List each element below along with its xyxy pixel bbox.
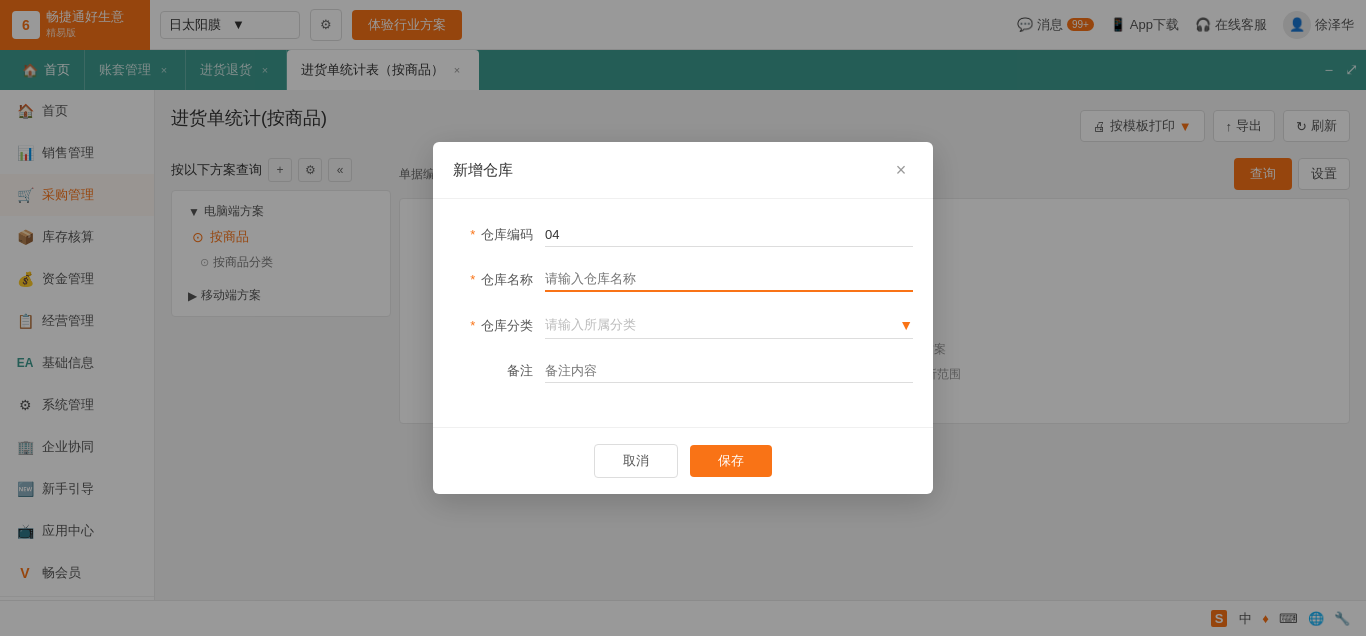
remarks-label: 备注 [453, 362, 533, 380]
modal-close-button[interactable]: × [889, 158, 913, 182]
warehouse-category-label: * 仓库分类 [453, 317, 533, 335]
warehouse-name-row: * 仓库名称 [453, 267, 913, 292]
warehouse-name-input[interactable] [545, 267, 913, 292]
remarks-row: 备注 [453, 359, 913, 383]
save-button[interactable]: 保存 [690, 445, 772, 477]
remarks-input[interactable] [545, 359, 913, 383]
modal-header: 新增仓库 × [433, 142, 933, 199]
modal-body: * 仓库编码 * 仓库名称 * 仓库分类 请输入 [433, 199, 933, 427]
warehouse-code-label: * 仓库编码 [453, 226, 533, 244]
category-dropdown-arrow: ▼ [899, 317, 913, 333]
new-warehouse-modal: 新增仓库 × * 仓库编码 * 仓库名称 [433, 142, 933, 494]
modal-overlay: 新增仓库 × * 仓库编码 * 仓库名称 [0, 0, 1366, 636]
warehouse-code-input[interactable] [545, 223, 913, 247]
modal-footer: 取消 保存 [433, 427, 933, 494]
warehouse-category-placeholder: 请输入所属分类 [545, 316, 636, 334]
cancel-button[interactable]: 取消 [594, 444, 678, 478]
warehouse-code-row: * 仓库编码 [453, 223, 913, 247]
warehouse-category-row: * 仓库分类 请输入所属分类 ▼ [453, 312, 913, 339]
warehouse-category-select[interactable]: 请输入所属分类 ▼ [545, 312, 913, 339]
modal-title: 新增仓库 [453, 161, 513, 180]
warehouse-name-label: * 仓库名称 [453, 271, 533, 289]
